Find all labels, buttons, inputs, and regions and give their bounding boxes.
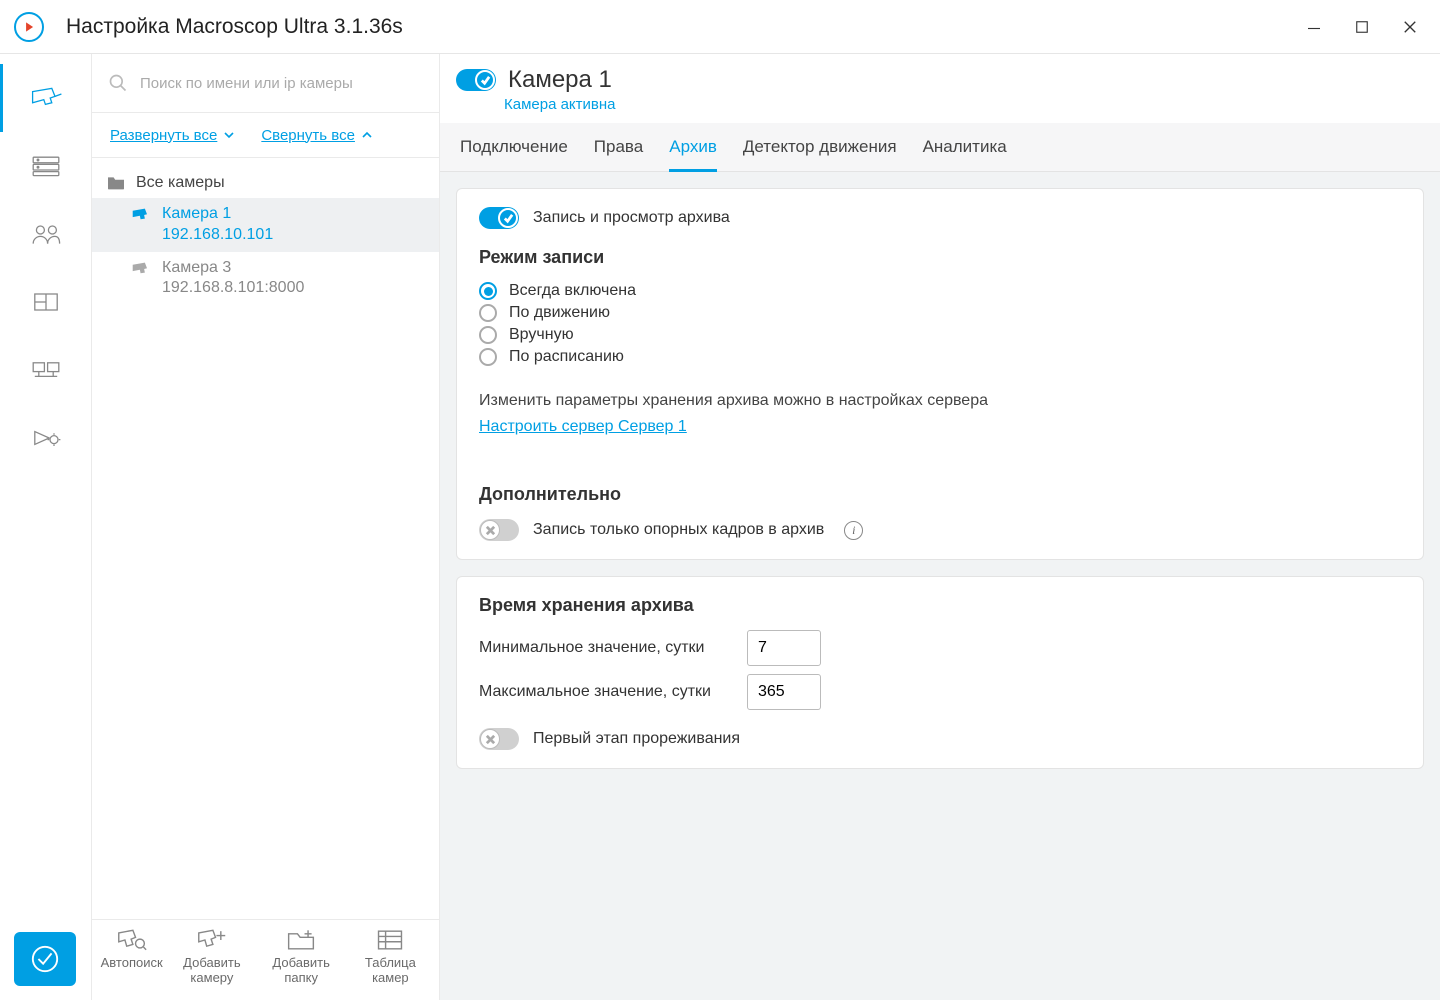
chevron-up-icon — [361, 129, 373, 141]
titlebar: Настройка Macroscop Ultra 3.1.36s — [0, 0, 1440, 54]
expand-all-link[interactable]: Развернуть все — [110, 127, 235, 144]
additional-title: Дополнительно — [479, 484, 1401, 505]
max-retention-label: Максимальное значение, сутки — [479, 683, 735, 701]
thinning-toggle[interactable] — [479, 728, 519, 750]
camera-item-1[interactable]: Камера 1192.168.10.101 — [92, 198, 439, 252]
thinning-label: Первый этап прореживания — [533, 730, 740, 748]
maximize-button[interactable] — [1352, 17, 1372, 37]
camera-title: Камера 1 — [508, 66, 612, 94]
archive-card: Запись и просмотр архива Режим записи Вс… — [456, 188, 1424, 560]
radio-icon — [479, 326, 497, 344]
tab-rights[interactable]: Права — [594, 137, 643, 171]
add-camera-button[interactable]: Добавить камеру — [172, 928, 252, 986]
tab-connection[interactable]: Подключение — [460, 137, 568, 171]
storage-hint: Изменить параметры хранения архива можно… — [479, 392, 1401, 410]
tabs: Подключение Права Архив Детектор движени… — [440, 123, 1440, 172]
max-retention-input[interactable] — [747, 674, 821, 710]
record-mode-title: Режим записи — [479, 247, 1401, 268]
search-input[interactable] — [140, 75, 423, 92]
archive-record-label: Запись и просмотр архива — [533, 209, 730, 227]
radio-icon — [479, 348, 497, 366]
mode-schedule[interactable]: По расписанию — [479, 348, 1401, 366]
close-button[interactable] — [1400, 17, 1420, 37]
mode-motion[interactable]: По движению — [479, 304, 1401, 322]
add-folder-button[interactable]: Добавить папку — [261, 928, 341, 986]
chevron-down-icon — [223, 129, 235, 141]
keyframes-only-label: Запись только опорных кадров в архив — [533, 521, 824, 539]
info-icon[interactable]: i — [844, 521, 863, 540]
tab-archive[interactable]: Архив — [669, 137, 717, 172]
tab-analytics[interactable]: Аналитика — [923, 137, 1007, 171]
archive-record-toggle[interactable] — [479, 207, 519, 229]
mode-always[interactable]: Всегда включена — [479, 282, 1401, 300]
autosearch-button[interactable]: Автопоиск — [101, 928, 163, 986]
radio-icon — [479, 304, 497, 322]
nav-rail — [0, 54, 92, 1000]
radio-icon — [479, 282, 497, 300]
retention-card: Время хранения архива Минимальное значен… — [456, 576, 1424, 769]
keyframes-only-toggle[interactable] — [479, 519, 519, 541]
search-icon — [108, 73, 128, 93]
collapse-all-link[interactable]: Свернуть все — [261, 127, 373, 144]
nav-servers[interactable] — [0, 132, 91, 200]
nav-cameras[interactable] — [0, 64, 91, 132]
camera-icon — [132, 261, 152, 277]
min-retention-label: Минимальное значение, сутки — [479, 639, 735, 657]
nav-users[interactable] — [0, 200, 91, 268]
tab-motion[interactable]: Детектор движения — [743, 137, 897, 171]
camera-table-button[interactable]: Таблица камер — [350, 928, 430, 986]
configure-server-link[interactable]: Настроить сервер Сервер 1 — [479, 418, 687, 436]
nav-videowall[interactable] — [0, 336, 91, 404]
camera-icon — [132, 207, 152, 223]
camera-tree: Все камеры Камера 1192.168.10.101 Камера… — [92, 158, 439, 919]
nav-layouts[interactable] — [0, 268, 91, 336]
nav-automation[interactable] — [0, 404, 91, 472]
main-panel: Камера 1 Камера активна Подключение Прав… — [440, 54, 1440, 1000]
window-title: Настройка Macroscop Ultra 3.1.36s — [66, 15, 1304, 39]
camera-list-panel: Развернуть все Свернуть все Все камеры К… — [92, 54, 440, 1000]
minimize-button[interactable] — [1304, 17, 1324, 37]
mode-manual[interactable]: Вручную — [479, 326, 1401, 344]
min-retention-input[interactable] — [747, 630, 821, 666]
retention-title: Время хранения архива — [479, 595, 1401, 616]
camera-list-footer: Автопоиск Добавить камеру Добавить папку… — [92, 919, 439, 1000]
tree-root[interactable]: Все камеры — [92, 168, 439, 198]
camera-item-2[interactable]: Камера 3192.168.8.101:8000 — [92, 252, 439, 306]
apply-button[interactable] — [14, 932, 76, 986]
camera-status: Камера активна — [504, 96, 1440, 113]
app-logo — [14, 12, 44, 42]
camera-enabled-toggle[interactable] — [456, 69, 496, 91]
